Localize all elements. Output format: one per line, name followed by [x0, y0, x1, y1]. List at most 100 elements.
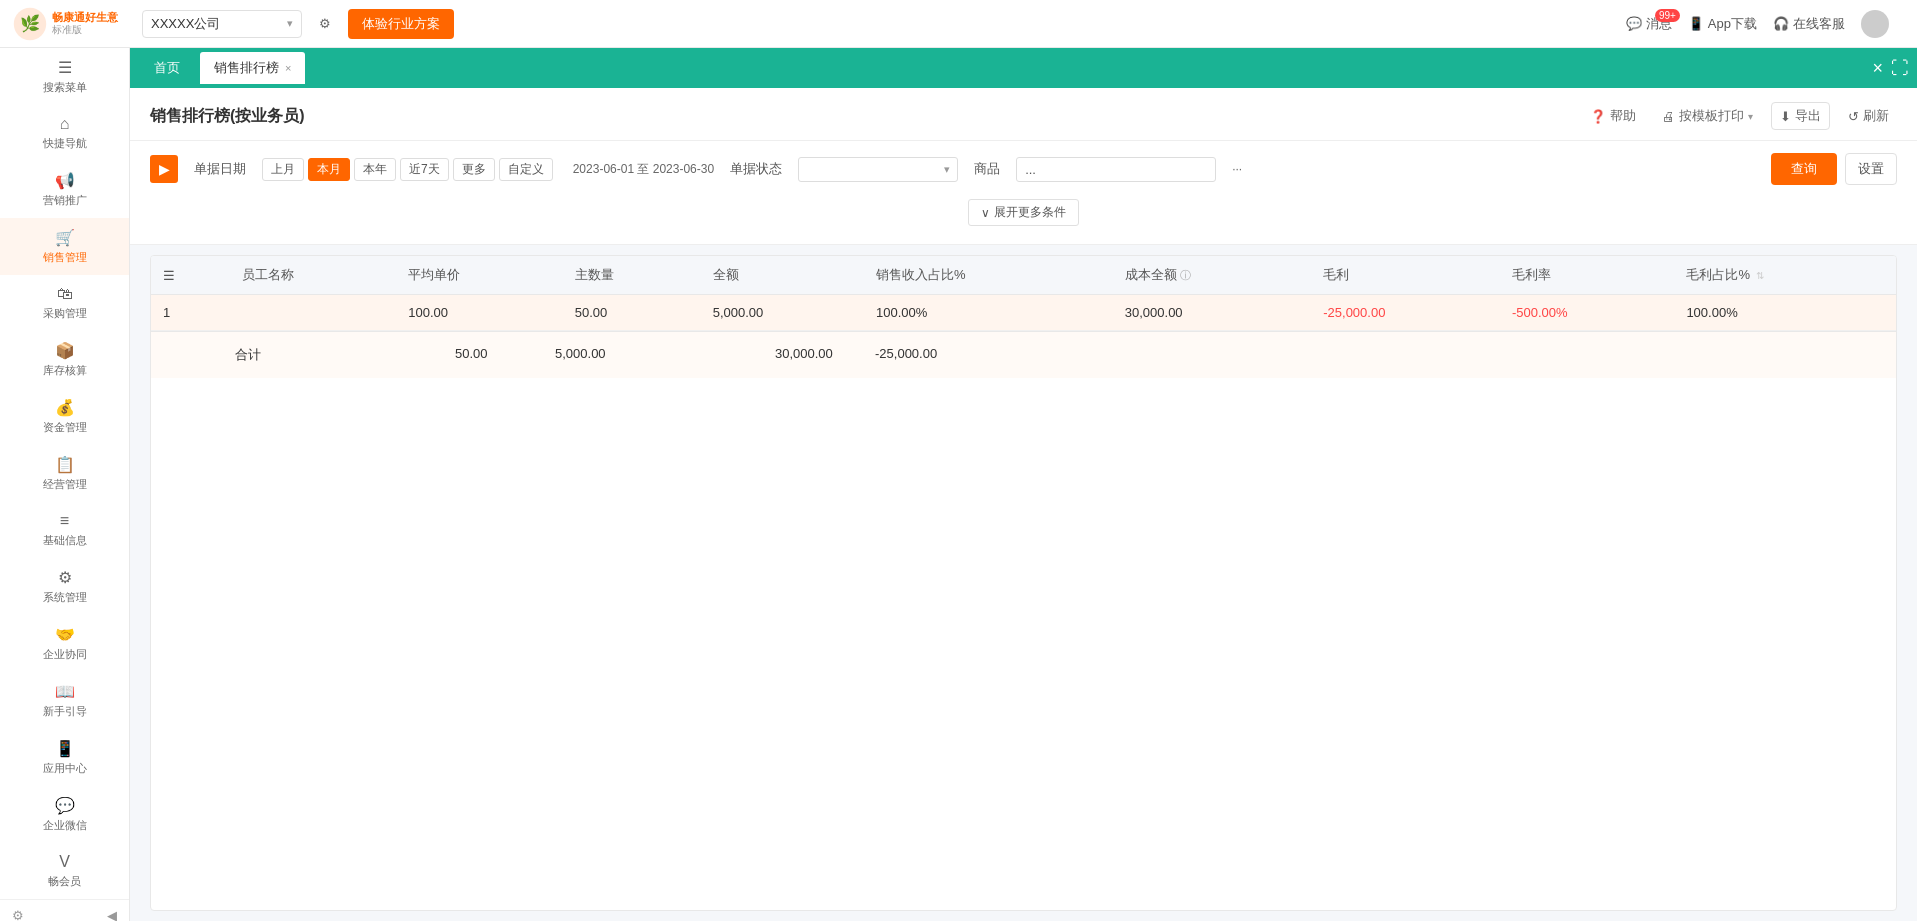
footer-gross-rate: [963, 342, 1063, 368]
headset-icon: 🎧: [1773, 16, 1789, 31]
page-header: 销售排行榜(按业务员) ❓ 帮助 🖨 按模板打印 ▾ ⬇: [130, 88, 1917, 141]
col-rank: ☰: [151, 256, 230, 295]
filter-row-1: ▶ 单据日期 上月 本月 本年 近7天 更多 自定义 2023-06-01 至: [150, 153, 1897, 185]
col-gross-rate: 毛利率: [1500, 256, 1674, 295]
goods-label: 商品: [974, 160, 1000, 178]
tab-maximize-icon[interactable]: ⛶: [1891, 58, 1909, 79]
col-amount: 全额: [701, 256, 864, 295]
col-main-qty: 主数量: [563, 256, 701, 295]
svg-text:🌿: 🌿: [20, 13, 41, 34]
main-area: ☰搜索菜单⌂快捷导航📢营销推广🛒销售管理🛍采购管理📦库存核算💰资金管理📋经营管理…: [0, 48, 1917, 921]
sidebar-item-7[interactable]: 📋经营管理: [0, 445, 129, 502]
print-button[interactable]: 🖨 按模板打印 ▾: [1654, 103, 1761, 129]
top-right-area: 💬 消息 99+ 📱 App下载 🎧 在线客服: [1626, 10, 1905, 38]
sidebar-item-2[interactable]: 📢营销推广: [0, 161, 129, 218]
status-select-wrapper: [798, 157, 958, 182]
date-label: 单据日期: [194, 160, 246, 178]
sidebar-collapse-icon[interactable]: ◀: [107, 908, 117, 921]
sidebar-bottom: ⚙ ◀: [0, 899, 129, 921]
tab-home[interactable]: 首页: [138, 48, 196, 88]
table-header: ☰ 员工名称 平均单价 主数量 全额 销售收入占比% 成本全额 ⓘ 毛利 毛利率…: [151, 256, 1896, 295]
data-table: ☰ 员工名称 平均单价 主数量 全额 销售收入占比% 成本全额 ⓘ 毛利 毛利率…: [151, 256, 1896, 331]
filter-toggle-btn[interactable]: ▶: [150, 155, 178, 183]
footer-total-label: 合计: [223, 342, 343, 368]
message-icon: 💬: [1626, 16, 1642, 31]
col-cost: 成本全额 ⓘ: [1113, 256, 1311, 295]
date-btn-7days[interactable]: 近7天: [400, 158, 449, 181]
sidebar-item-3[interactable]: 🛒销售管理: [0, 218, 129, 275]
gross-pct-sort-icon[interactable]: ⇅: [1756, 270, 1764, 281]
footer-amount: 5,000.00: [543, 342, 643, 368]
footer-gross-profit: -25,000.00: [863, 342, 963, 368]
col-gross-profit: 毛利: [1311, 256, 1500, 295]
date-btn-current-month[interactable]: 本月: [308, 158, 350, 181]
filter-area: ▶ 单据日期 上月 本月 本年 近7天 更多 自定义 2023-06-01 至: [130, 141, 1917, 245]
date-btn-more[interactable]: 更多: [453, 158, 495, 181]
table-area: ☰ 员工名称 平均单价 主数量 全额 销售收入占比% 成本全额 ⓘ 毛利 毛利率…: [150, 255, 1897, 911]
tab-minimize-icon[interactable]: ×: [1872, 58, 1883, 79]
expand-row: ∨ 展开更多条件: [150, 193, 1897, 232]
status-label: 单据状态: [730, 160, 782, 178]
sidebar-item-0[interactable]: ☰搜索菜单: [0, 48, 129, 105]
tab-bar: 首页 销售排行榜 × × ⛶: [130, 48, 1917, 88]
goods-input[interactable]: [1016, 157, 1216, 182]
help-button[interactable]: ❓ 帮助: [1582, 103, 1644, 129]
query-button[interactable]: 查询: [1771, 153, 1837, 185]
company-selector[interactable]: XXXXX公司 ▾: [142, 10, 302, 38]
sidebar-item-4[interactable]: 🛍采购管理: [0, 275, 129, 331]
expand-icon: ∨: [981, 206, 990, 220]
col-sales-pct: 销售收入占比%: [864, 256, 1113, 295]
date-range: 2023-06-01 至 2023-06-30: [573, 161, 714, 178]
company-arrow-icon: ▾: [287, 17, 293, 30]
app-download-btn[interactable]: 📱 App下载: [1688, 15, 1757, 33]
expand-conditions-btn[interactable]: ∨ 展开更多条件: [968, 199, 1079, 226]
col-gross-pct: 毛利占比% ⇅: [1674, 256, 1896, 295]
settings-button[interactable]: 设置: [1845, 153, 1897, 185]
print-icon: 🖨: [1662, 109, 1675, 124]
footer-main-qty: 50.00: [443, 342, 543, 368]
footer-gross-pct: [1063, 342, 1163, 368]
sidebar-settings-icon[interactable]: ⚙: [12, 908, 24, 921]
export-icon: ⬇: [1780, 109, 1791, 124]
date-btn-prev-month[interactable]: 上月: [262, 158, 304, 181]
trial-button[interactable]: 体验行业方案: [348, 9, 454, 39]
sidebar-item-5[interactable]: 📦库存核算: [0, 331, 129, 388]
tab-actions: × ⛶: [1872, 58, 1909, 79]
filter-toggle-icon: ▶: [159, 161, 170, 177]
tab-close-icon[interactable]: ×: [285, 62, 291, 74]
goods-more-btn[interactable]: ···: [1232, 162, 1242, 176]
sidebar-item-11[interactable]: 📖新手引导: [0, 672, 129, 729]
sidebar-item-14[interactable]: V畅会员: [0, 843, 129, 899]
sidebar-item-8[interactable]: ≡基础信息: [0, 502, 129, 558]
app-download-icon: 📱: [1688, 16, 1704, 31]
sidebar-item-9[interactable]: ⚙系统管理: [0, 558, 129, 615]
export-button[interactable]: ⬇ 导出: [1771, 102, 1830, 130]
refresh-button[interactable]: ↺ 刷新: [1840, 103, 1897, 129]
print-arrow-icon: ▾: [1748, 111, 1753, 122]
date-btn-current-year[interactable]: 本年: [354, 158, 396, 181]
cost-info-icon[interactable]: ⓘ: [1180, 269, 1191, 281]
sidebar-item-13[interactable]: 💬企业微信: [0, 786, 129, 843]
footer-cost: 30,000.00: [763, 342, 863, 368]
avatar[interactable]: [1861, 10, 1889, 38]
sidebar: ☰搜索菜单⌂快捷导航📢营销推广🛒销售管理🛍采购管理📦库存核算💰资金管理📋经营管理…: [0, 48, 130, 921]
sidebar-item-12[interactable]: 📱应用中心: [0, 729, 129, 786]
logo-area: 🌿 畅康通好生意 标准版: [12, 6, 142, 42]
col-avg-price: 平均单价: [396, 256, 562, 295]
message-btn[interactable]: 💬 消息 99+: [1626, 15, 1672, 33]
table-footer: 合计 50.00 5,000.00 30,000.00 -25,000.00: [151, 331, 1896, 378]
tab-sales-ranking[interactable]: 销售排行榜 ×: [200, 52, 305, 84]
help-icon: ❓: [1590, 109, 1606, 124]
app-logo: 🌿: [12, 6, 48, 42]
sidebar-item-1[interactable]: ⌂快捷导航: [0, 105, 129, 161]
footer-sales-pct: [643, 342, 763, 368]
date-btn-custom[interactable]: 自定义: [499, 158, 553, 181]
refresh-icon: ↺: [1848, 109, 1859, 124]
topbar-settings-icon[interactable]: ⚙: [310, 9, 340, 39]
status-select[interactable]: [798, 157, 958, 182]
online-service-btn[interactable]: 🎧 在线客服: [1773, 15, 1845, 33]
sidebar-item-6[interactable]: 💰资金管理: [0, 388, 129, 445]
footer-label-cell: [163, 342, 223, 368]
sidebar-item-10[interactable]: 🤝企业协同: [0, 615, 129, 672]
content-area: 首页 销售排行榜 × × ⛶ 销售排行榜(按业务员) ❓: [130, 48, 1917, 921]
